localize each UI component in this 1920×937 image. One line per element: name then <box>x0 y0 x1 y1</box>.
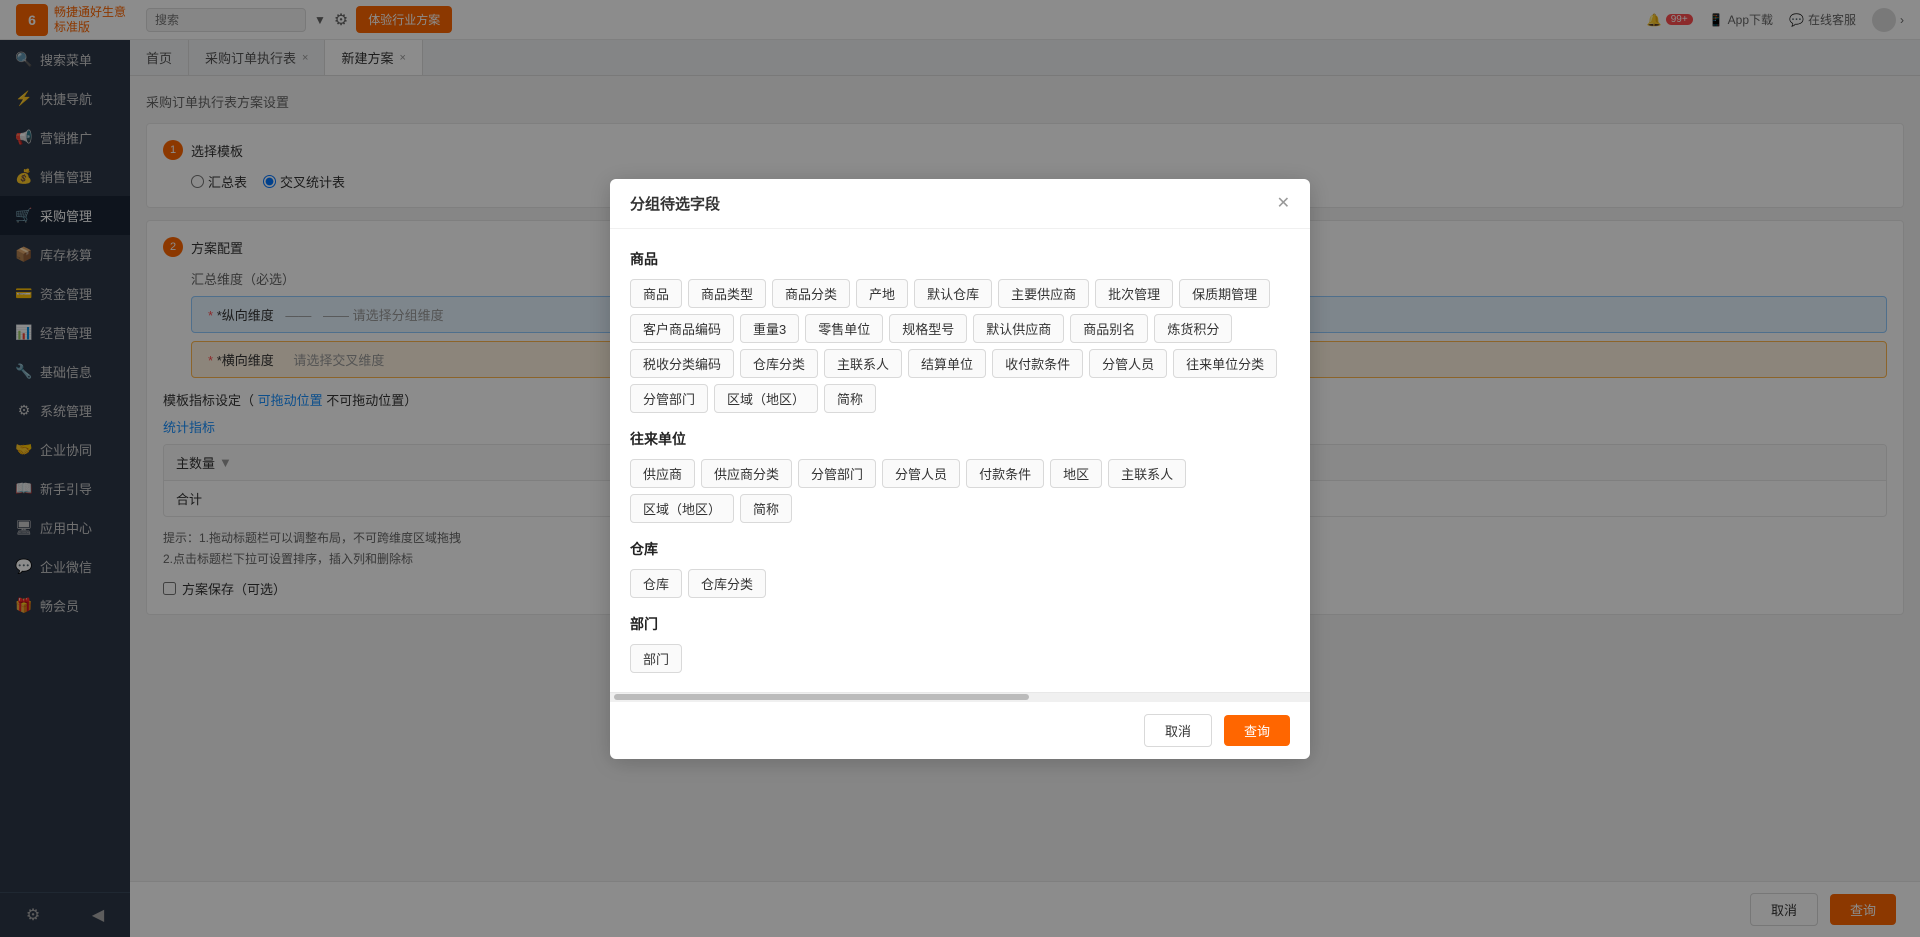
field-chip-0-24[interactable]: 简称 <box>824 384 876 413</box>
field-chip-0-4[interactable]: 默认仓库 <box>914 279 992 308</box>
field-chip-0-8[interactable]: 客户商品编码 <box>630 314 734 343</box>
field-chip-1-5[interactable]: 地区 <box>1050 459 1102 488</box>
field-chip-0-1[interactable]: 商品类型 <box>688 279 766 308</box>
field-chip-0-7[interactable]: 保质期管理 <box>1179 279 1270 308</box>
field-group-title-1: 往来单位 <box>630 429 1290 449</box>
field-chips-0: 商品商品类型商品分类产地默认仓库主要供应商批次管理保质期管理客户商品编码重量3零… <box>630 279 1290 413</box>
field-chip-0-10[interactable]: 零售单位 <box>805 314 883 343</box>
field-chip-0-14[interactable]: 炼货积分 <box>1154 314 1232 343</box>
field-chips-1: 供应商供应商分类分管部门分管人员付款条件地区主联系人区域（地区）简称 <box>630 459 1290 523</box>
field-chips-3: 部门 <box>630 644 1290 673</box>
field-chip-1-8[interactable]: 简称 <box>740 494 792 523</box>
modal-overlay: 分组待选字段 ✕ 商品商品商品类型商品分类产地默认仓库主要供应商批次管理保质期管… <box>0 0 1920 937</box>
field-group-0: 商品商品商品类型商品分类产地默认仓库主要供应商批次管理保质期管理客户商品编码重量… <box>630 249 1290 413</box>
field-chip-0-11[interactable]: 规格型号 <box>889 314 967 343</box>
field-group-3: 部门部门 <box>630 614 1290 673</box>
field-group-title-3: 部门 <box>630 614 1290 634</box>
field-chip-0-2[interactable]: 商品分类 <box>772 279 850 308</box>
modal-title: 分组待选字段 <box>630 193 720 214</box>
field-chips-2: 仓库仓库分类 <box>630 569 1290 598</box>
modal-hscroll <box>610 692 1310 701</box>
field-chip-1-6[interactable]: 主联系人 <box>1108 459 1186 488</box>
modal-header: 分组待选字段 ✕ <box>610 179 1310 229</box>
field-group-1: 往来单位供应商供应商分类分管部门分管人员付款条件地区主联系人区域（地区）简称 <box>630 429 1290 523</box>
modal-close-button[interactable]: ✕ <box>1277 193 1290 213</box>
field-chip-1-3[interactable]: 分管人员 <box>882 459 960 488</box>
field-chip-2-0[interactable]: 仓库 <box>630 569 682 598</box>
field-chip-0-16[interactable]: 仓库分类 <box>740 349 818 378</box>
field-chip-0-3[interactable]: 产地 <box>856 279 908 308</box>
modal-confirm-button[interactable]: 查询 <box>1224 715 1290 746</box>
field-chip-0-19[interactable]: 收付款条件 <box>992 349 1083 378</box>
field-chip-2-1[interactable]: 仓库分类 <box>688 569 766 598</box>
field-chip-0-0[interactable]: 商品 <box>630 279 682 308</box>
field-chip-1-1[interactable]: 供应商分类 <box>701 459 792 488</box>
modal-footer: 取消 查询 <box>610 701 1310 759</box>
field-chip-0-6[interactable]: 批次管理 <box>1095 279 1173 308</box>
field-chip-0-15[interactable]: 税收分类编码 <box>630 349 734 378</box>
field-chip-0-20[interactable]: 分管人员 <box>1089 349 1167 378</box>
field-group-title-2: 仓库 <box>630 539 1290 559</box>
field-group-title-0: 商品 <box>630 249 1290 269</box>
modal-box: 分组待选字段 ✕ 商品商品商品类型商品分类产地默认仓库主要供应商批次管理保质期管… <box>610 179 1310 759</box>
field-chip-1-7[interactable]: 区域（地区） <box>630 494 734 523</box>
field-chip-0-5[interactable]: 主要供应商 <box>998 279 1089 308</box>
field-chip-0-22[interactable]: 分管部门 <box>630 384 708 413</box>
field-chip-0-18[interactable]: 结算单位 <box>908 349 986 378</box>
field-chip-1-4[interactable]: 付款条件 <box>966 459 1044 488</box>
field-chip-3-0[interactable]: 部门 <box>630 644 682 673</box>
modal-body: 商品商品商品类型商品分类产地默认仓库主要供应商批次管理保质期管理客户商品编码重量… <box>610 229 1310 692</box>
field-chip-1-2[interactable]: 分管部门 <box>798 459 876 488</box>
field-group-2: 仓库仓库仓库分类 <box>630 539 1290 598</box>
field-chip-0-21[interactable]: 往来单位分类 <box>1173 349 1277 378</box>
modal-cancel-button[interactable]: 取消 <box>1144 714 1212 747</box>
field-chip-0-9[interactable]: 重量3 <box>740 314 799 343</box>
field-chip-0-13[interactable]: 商品别名 <box>1070 314 1148 343</box>
modal-hscroll-thumb[interactable] <box>614 694 1029 700</box>
field-chip-1-0[interactable]: 供应商 <box>630 459 695 488</box>
field-chip-0-17[interactable]: 主联系人 <box>824 349 902 378</box>
field-chip-0-23[interactable]: 区域（地区） <box>714 384 818 413</box>
field-chip-0-12[interactable]: 默认供应商 <box>973 314 1064 343</box>
